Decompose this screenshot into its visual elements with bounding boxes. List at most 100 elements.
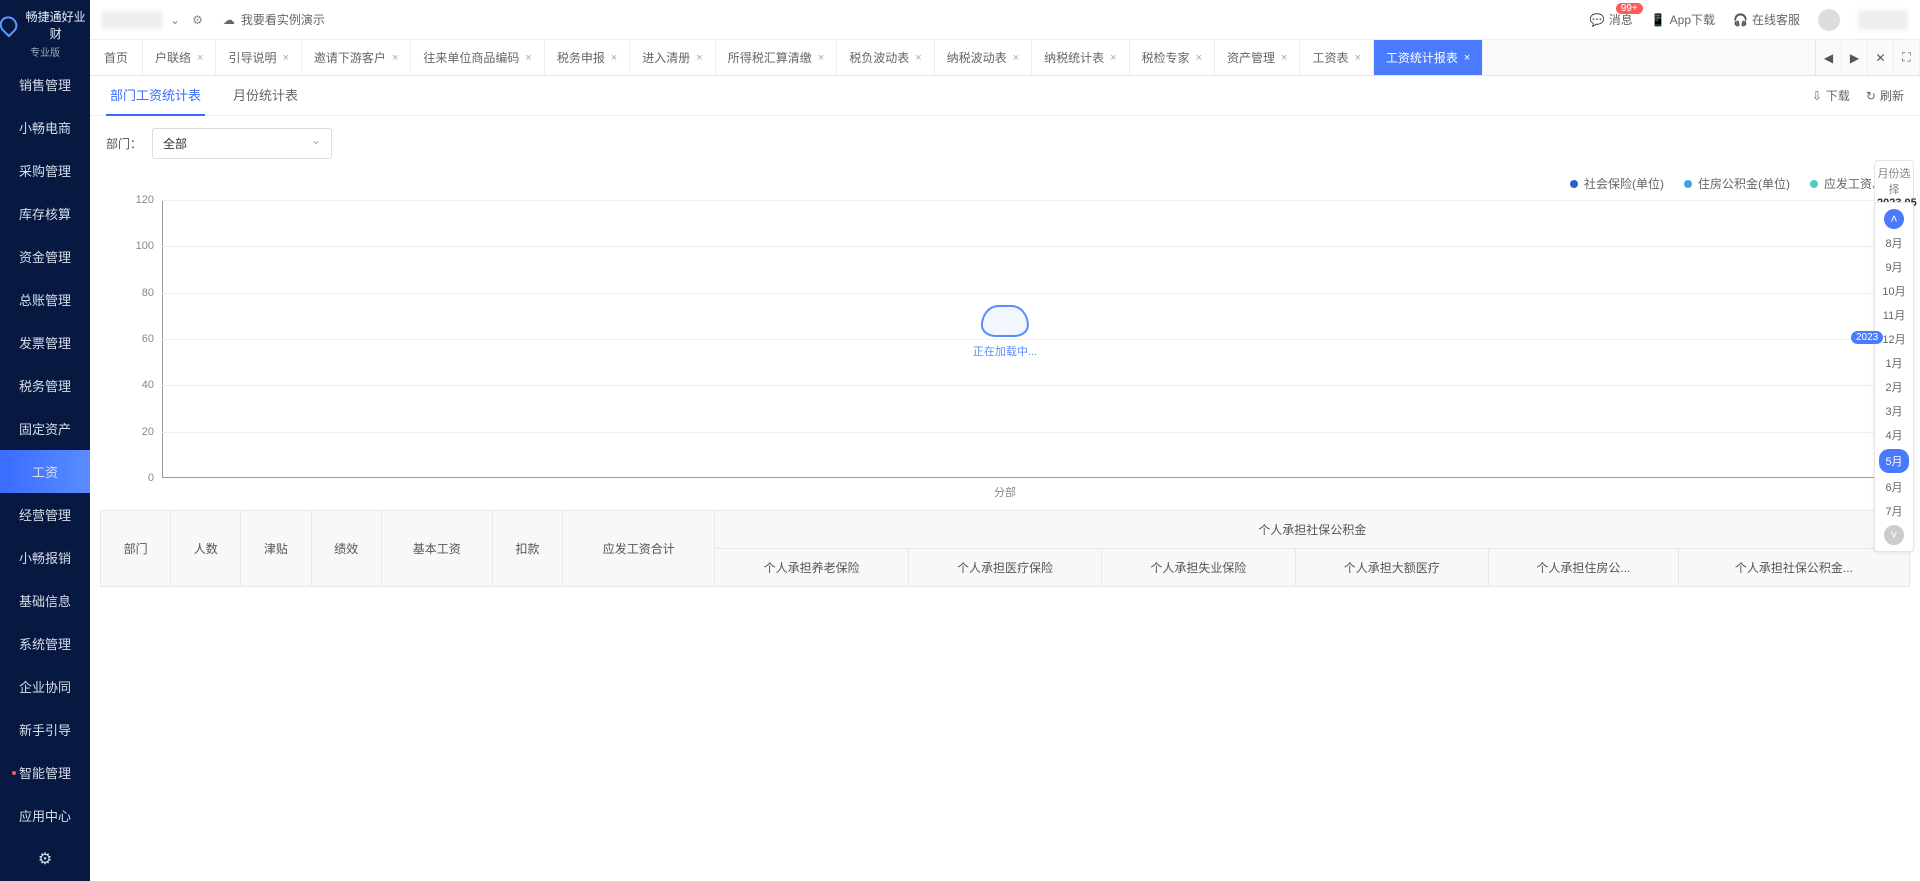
nav-item[interactable]: 小畅报销 [0,536,90,579]
refresh-icon: ↻ [1866,89,1876,103]
month-option[interactable]: 1月 [1875,351,1913,375]
tab[interactable]: 税务申报× [545,40,630,75]
nav-item-label: 智能管理 [19,766,71,781]
month-option[interactable]: 9月 [1875,255,1913,279]
nav-item[interactable]: 小畅电商 [0,106,90,149]
gear-icon[interactable]: ⚙ [192,13,203,27]
close-icon[interactable]: × [1281,52,1287,64]
app-download-button[interactable]: 📱 App下载 [1651,11,1715,28]
nav-item[interactable]: 发票管理 [0,321,90,364]
tab[interactable]: 资产管理× [1215,40,1300,75]
nav-item[interactable]: 经营管理 [0,493,90,536]
nav-item-label: 小畅报销 [19,551,71,566]
tabs-scroll-left[interactable]: ◀ [1816,40,1842,75]
nav-item[interactable]: 系统管理 [0,622,90,665]
chart-loading: 正在加载中... [973,305,1037,359]
month-option[interactable]: 8月 [1875,231,1913,255]
table-header: 个人承担失业保险 [1102,549,1295,587]
nav-item[interactable]: 总账管理 [0,278,90,321]
tab[interactable]: 税检专家 × [1130,40,1215,75]
month-picker-up[interactable]: ˄ [1884,209,1904,229]
table-header: 津贴 [241,511,311,587]
nav-item[interactable]: 企业协同 [0,665,90,708]
close-icon[interactable]: × [818,52,824,64]
close-icon[interactable]: × [696,52,702,64]
tab[interactable]: 进入清册 × [630,40,715,75]
month-picker-panel: 2023 ˄ 8月9月10月11月12月1月2月3月4月5月6月7月 ˅ [1874,202,1914,552]
avatar[interactable] [1818,9,1840,31]
nav-item[interactable]: 税务管理 [0,364,90,407]
nav-item[interactable]: 固定资产 [0,407,90,450]
tab[interactable]: 引导说明× [216,40,301,75]
table-header: 个人承担医疗保险 [908,549,1101,587]
online-service-button[interactable]: 🎧 在线客服 [1733,11,1800,28]
messages-button[interactable]: 💬 消息 99+ [1590,11,1633,28]
month-option[interactable]: 6月 [1875,475,1913,499]
loading-text: 正在加载中... [973,343,1037,359]
x-category-label: 分部 [994,484,1016,500]
month-option[interactable]: 10月 [1875,279,1913,303]
close-icon[interactable]: × [1013,52,1019,64]
gridline [162,200,1896,201]
tab[interactable]: 邀请下游客户× [302,40,411,75]
company-select[interactable]: ⌄ [102,11,180,29]
close-icon[interactable]: × [1196,52,1202,64]
month-option[interactable]: 11月 [1875,303,1913,327]
nav-item[interactable]: 基础信息 [0,579,90,622]
legend-item[interactable]: 住房公积金(单位) [1684,175,1790,192]
nav-item[interactable]: 采购管理 [0,149,90,192]
tab-home[interactable]: 首页 [90,40,143,75]
close-icon[interactable]: × [525,52,531,64]
subtab[interactable]: 部门工资统计表 [106,75,205,116]
legend-item[interactable]: 社会保险(单位) [1570,175,1664,192]
demo-link[interactable]: ☁ 我要看实例演示 [223,11,325,28]
fullscreen-icon[interactable]: ⛶ [1894,40,1920,75]
month-picker-title: 月份选择 [1877,165,1911,197]
legend-dot-icon [1570,180,1578,188]
nav-item[interactable]: 应用中心 [0,794,90,837]
chart-area: 社会保险(单位)住房公积金(单位)应发工资总额 正在加载中... 0204060… [90,171,1920,510]
tab[interactable]: 户联络× [143,40,216,75]
tab[interactable]: 税负波动表× [837,40,934,75]
y-tick: 80 [114,287,154,299]
nav-item[interactable]: 工资 [0,450,90,493]
nav-item[interactable]: 新手引导 [0,708,90,751]
tab-label: 进入清册 [642,49,690,66]
tabs-scroll-right[interactable]: ▶ [1842,40,1868,75]
month-option[interactable]: 4月 [1875,423,1913,447]
month-picker-down[interactable]: ˅ [1884,525,1904,545]
legend-dot-icon [1810,180,1818,188]
month-option[interactable]: 2月 [1875,375,1913,399]
tabs-close-all[interactable]: ✕ [1868,40,1894,75]
close-icon[interactable]: × [197,52,203,64]
close-icon[interactable]: × [915,52,921,64]
refresh-button[interactable]: ↻ 刷新 [1866,87,1904,104]
month-option[interactable]: 7月 [1875,499,1913,523]
dept-filter-label: 部门： [106,135,142,152]
tab[interactable]: 往来单位商品编码× [411,40,544,75]
close-icon[interactable]: × [392,52,398,64]
close-icon[interactable]: × [1110,52,1116,64]
dept-select[interactable]: 全部 [152,128,332,159]
month-option[interactable]: 5月 [1879,449,1909,473]
download-button[interactable]: ⇩ 下载 [1812,87,1850,104]
nav-item-label: 经营管理 [19,508,71,523]
month-option[interactable]: 3月 [1875,399,1913,423]
nav-item[interactable]: 资金管理 [0,235,90,278]
nav-item[interactable]: 库存核算 [0,192,90,235]
tab[interactable]: 纳税统计表× [1032,40,1129,75]
subtab[interactable]: 月份统计表 [229,75,302,116]
close-icon[interactable]: × [282,52,288,64]
close-icon[interactable]: × [1354,52,1360,64]
close-icon[interactable]: × [611,52,617,64]
settings-icon[interactable]: ⚙ [38,851,52,868]
close-icon[interactable]: × [1464,52,1470,64]
tab-label: 税检专家 [1142,49,1190,66]
brand-edition: 专业版 [0,44,90,59]
tab[interactable]: 所得税汇算清缴× [716,40,837,75]
nav-item[interactable]: 销售管理 [0,63,90,106]
tab[interactable]: 工资统计报表× [1374,40,1483,75]
nav-item[interactable]: 智能管理 [0,751,90,794]
tab[interactable]: 纳税波动表× [935,40,1032,75]
tab[interactable]: 工资表× [1300,40,1373,75]
